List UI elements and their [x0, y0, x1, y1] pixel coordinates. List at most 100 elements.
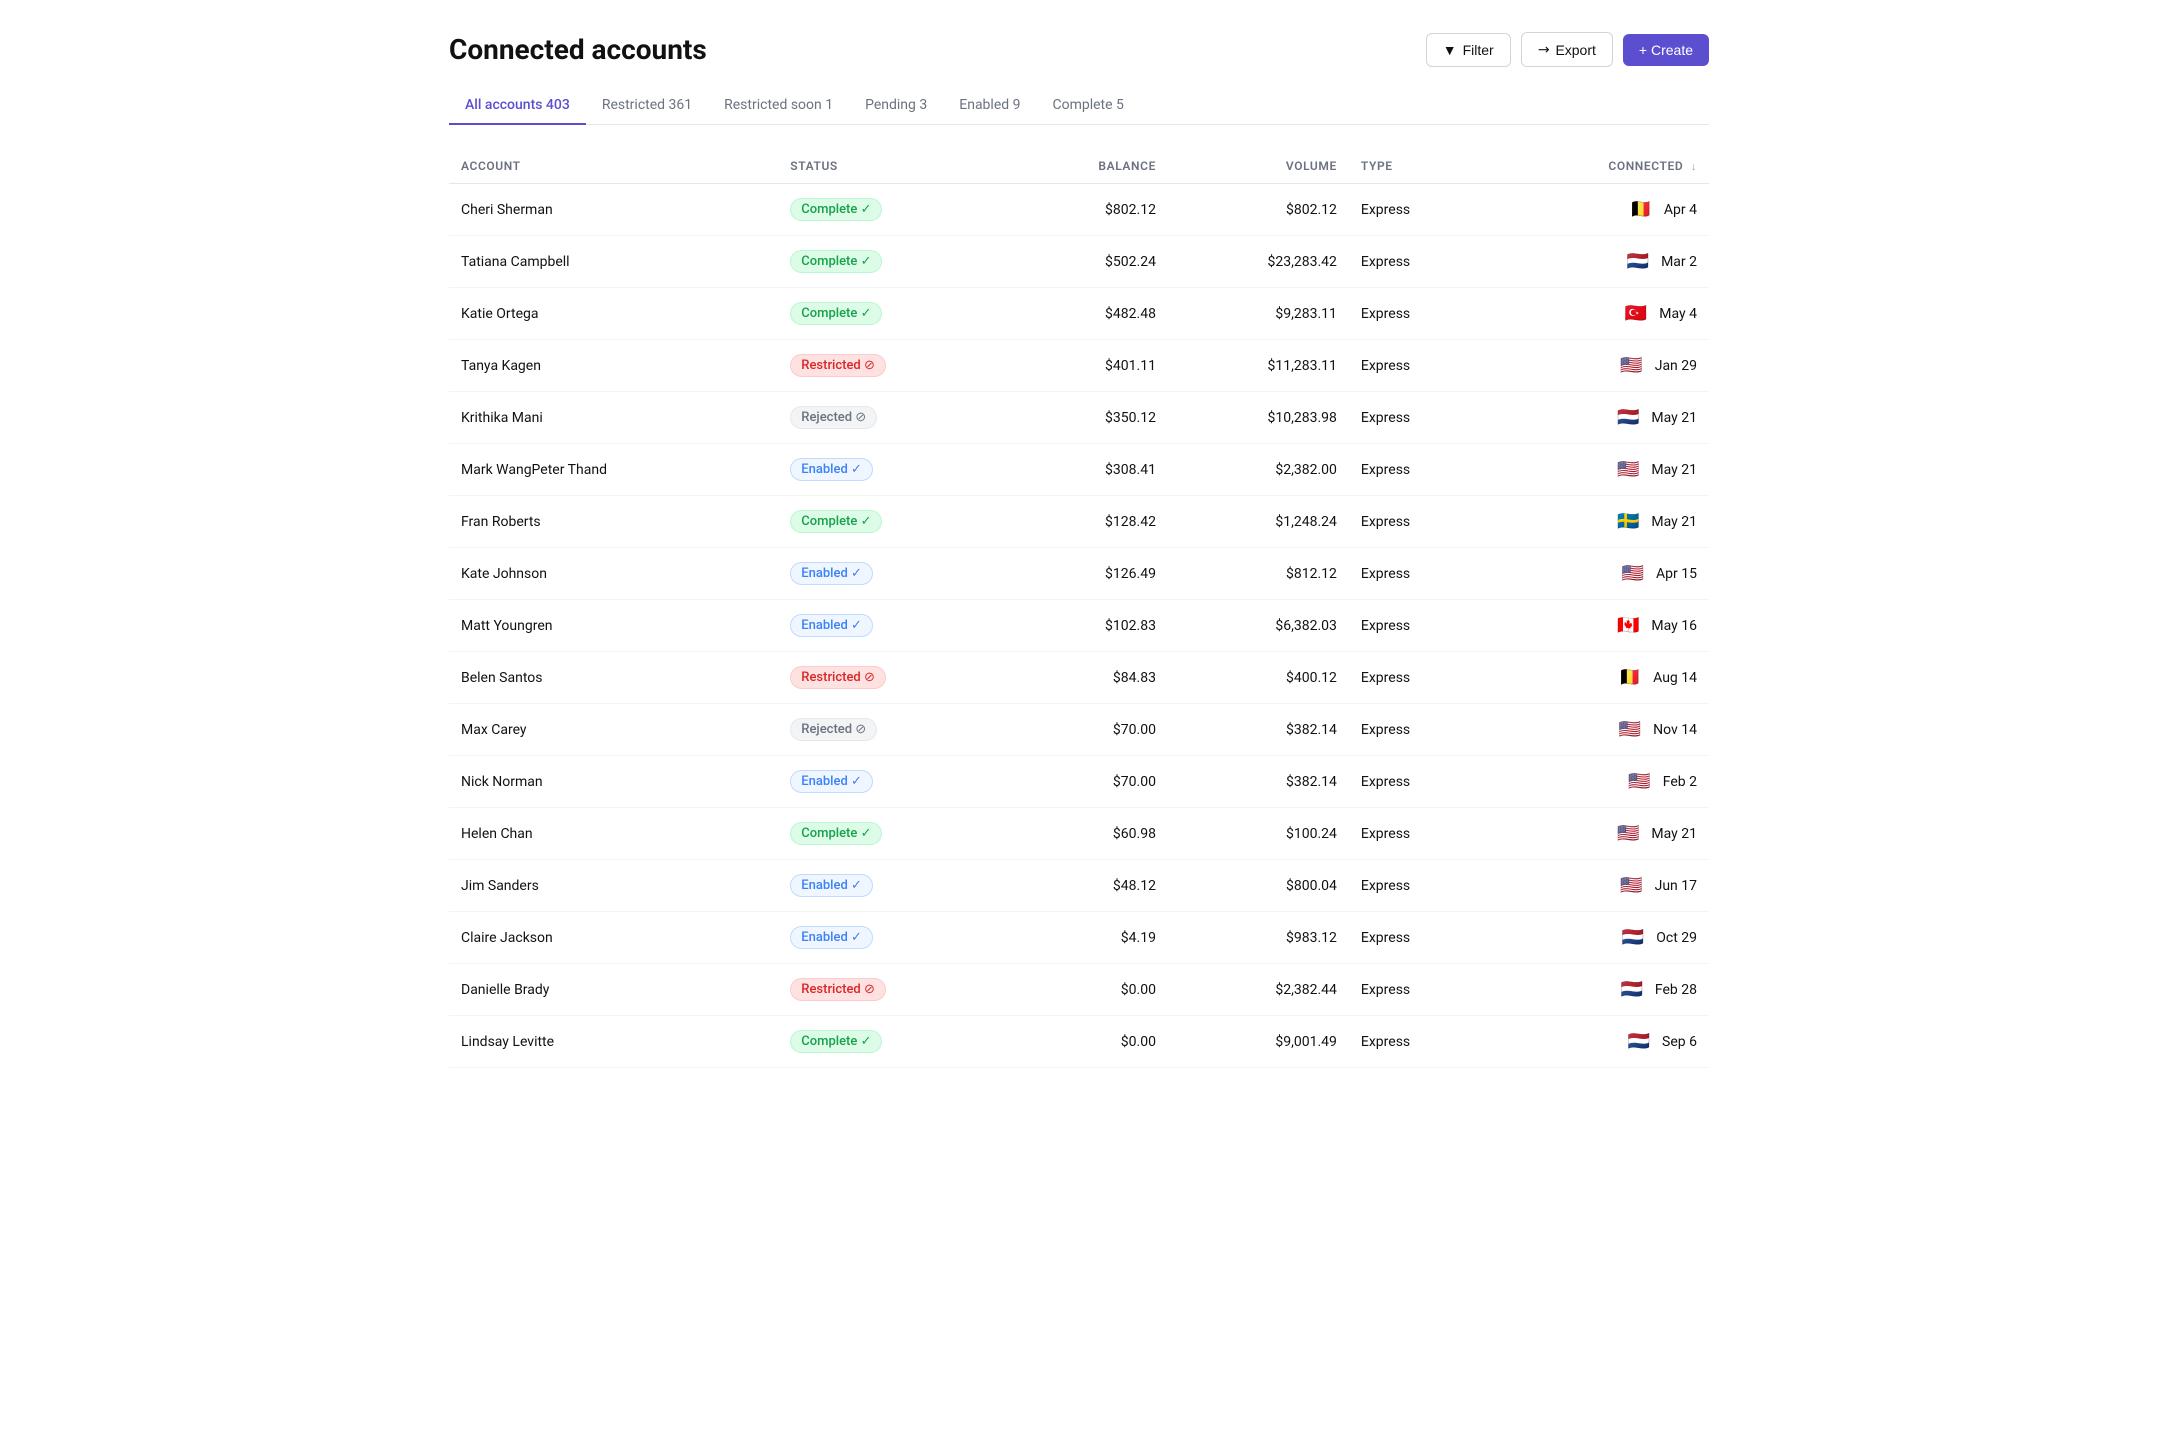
- connected-date: Apr 15: [1656, 566, 1697, 582]
- account-type: Express: [1349, 444, 1491, 496]
- account-name: Lindsay Levitte: [449, 1016, 778, 1068]
- account-connected: 🇺🇸Jan 29: [1491, 340, 1709, 392]
- tab-all[interactable]: All accounts 403: [449, 87, 586, 125]
- status-badge: Complete ✓: [790, 1030, 882, 1053]
- account-type: Express: [1349, 184, 1491, 236]
- table-row[interactable]: Tatiana CampbellComplete ✓$502.24$23,283…: [449, 236, 1709, 288]
- tab-restricted_soon[interactable]: Restricted soon 1: [708, 87, 849, 125]
- status-badge: Enabled ✓: [790, 614, 873, 637]
- account-connected: 🇳🇱Oct 29: [1491, 912, 1709, 964]
- table-row[interactable]: Mark WangPeter ThandEnabled ✓$308.41$2,3…: [449, 444, 1709, 496]
- account-status: Restricted ⊘: [778, 652, 1010, 704]
- table-row[interactable]: Matt YoungrenEnabled ✓$102.83$6,382.03Ex…: [449, 600, 1709, 652]
- account-name: Tatiana Campbell: [449, 236, 778, 288]
- account-type: Express: [1349, 496, 1491, 548]
- account-type: Express: [1349, 288, 1491, 340]
- tab-enabled[interactable]: Enabled 9: [943, 87, 1036, 125]
- filter-button[interactable]: ▼ Filter: [1426, 33, 1511, 67]
- connected-cell: 🇺🇸Nov 14: [1503, 719, 1697, 740]
- table-row[interactable]: Jim SandersEnabled ✓$48.12$800.04Express…: [449, 860, 1709, 912]
- account-name: Krithika Mani: [449, 392, 778, 444]
- account-balance: $70.00: [1010, 756, 1168, 808]
- country-flag: 🇺🇸: [1617, 823, 1639, 844]
- country-flag: 🇺🇸: [1628, 771, 1650, 792]
- account-balance: $802.12: [1010, 184, 1168, 236]
- connected-date: Jun 17: [1655, 878, 1697, 894]
- country-flag: 🇳🇱: [1627, 251, 1649, 272]
- col-status: STATUS: [778, 149, 1010, 184]
- account-volume: $382.14: [1168, 756, 1349, 808]
- country-flag: 🇧🇪: [1619, 667, 1641, 688]
- account-connected: 🇧🇪Apr 4: [1491, 184, 1709, 236]
- table-row[interactable]: Katie OrtegaComplete ✓$482.48$9,283.11Ex…: [449, 288, 1709, 340]
- status-badge: Enabled ✓: [790, 458, 873, 481]
- account-name: Mark WangPeter Thand: [449, 444, 778, 496]
- account-balance: $401.11: [1010, 340, 1168, 392]
- header-actions: ▼ Filter ↗ Export + Create: [1426, 32, 1709, 67]
- connected-date: Feb 2: [1663, 774, 1697, 790]
- tab-pending[interactable]: Pending 3: [849, 87, 943, 125]
- account-balance: $70.00: [1010, 704, 1168, 756]
- account-status: Enabled ✓: [778, 860, 1010, 912]
- tab-complete[interactable]: Complete 5: [1036, 87, 1139, 125]
- table-row[interactable]: Belen SantosRestricted ⊘$84.83$400.12Exp…: [449, 652, 1709, 704]
- account-status: Complete ✓: [778, 496, 1010, 548]
- country-flag: 🇧🇪: [1629, 199, 1651, 220]
- table-row[interactable]: Fran RobertsComplete ✓$128.42$1,248.24Ex…: [449, 496, 1709, 548]
- account-status: Enabled ✓: [778, 548, 1010, 600]
- table-row[interactable]: Kate JohnsonEnabled ✓$126.49$812.12Expre…: [449, 548, 1709, 600]
- connected-cell: 🇺🇸May 21: [1503, 459, 1697, 480]
- table-row[interactable]: Krithika ManiRejected ⊘$350.12$10,283.98…: [449, 392, 1709, 444]
- account-name: Cheri Sherman: [449, 184, 778, 236]
- connected-date: Oct 29: [1656, 930, 1697, 946]
- status-badge: Enabled ✓: [790, 874, 873, 897]
- country-flag: 🇳🇱: [1628, 1031, 1650, 1052]
- col-connected[interactable]: CONNECTED ↓: [1491, 149, 1709, 184]
- create-button[interactable]: + Create: [1623, 34, 1709, 66]
- table-row[interactable]: Claire JacksonEnabled ✓$4.19$983.12Expre…: [449, 912, 1709, 964]
- table-row[interactable]: Max CareyRejected ⊘$70.00$382.14Express🇺…: [449, 704, 1709, 756]
- account-volume: $6,382.03: [1168, 600, 1349, 652]
- col-type: TYPE: [1349, 149, 1491, 184]
- account-volume: $9,001.49: [1168, 1016, 1349, 1068]
- account-status: Rejected ⊘: [778, 392, 1010, 444]
- account-balance: $60.98: [1010, 808, 1168, 860]
- table-row[interactable]: Lindsay LevitteComplete ✓$0.00$9,001.49E…: [449, 1016, 1709, 1068]
- account-connected: 🇸🇪May 21: [1491, 496, 1709, 548]
- status-badge: Complete ✓: [790, 302, 882, 325]
- connected-date: May 4: [1659, 306, 1697, 322]
- status-badge: Enabled ✓: [790, 562, 873, 585]
- account-balance: $102.83: [1010, 600, 1168, 652]
- account-connected: 🇺🇸Jun 17: [1491, 860, 1709, 912]
- account-status: Complete ✓: [778, 808, 1010, 860]
- table-row[interactable]: Danielle BradyRestricted ⊘$0.00$2,382.44…: [449, 964, 1709, 1016]
- account-balance: $502.24: [1010, 236, 1168, 288]
- table-row[interactable]: Nick NormanEnabled ✓$70.00$382.14Express…: [449, 756, 1709, 808]
- status-badge: Enabled ✓: [790, 926, 873, 949]
- country-flag: 🇺🇸: [1617, 459, 1639, 480]
- connected-cell: 🇧🇪Aug 14: [1503, 667, 1697, 688]
- connected-cell: 🇳🇱 Feb 28: [1503, 979, 1697, 1000]
- tab-restricted[interactable]: Restricted 361: [586, 87, 708, 125]
- country-flag: 🇳🇱: [1620, 979, 1642, 1000]
- connected-cell: 🇺🇸Apr 15: [1503, 563, 1697, 584]
- account-type: Express: [1349, 912, 1491, 964]
- page-container: Connected accounts ▼ Filter ↗ Export + C…: [409, 0, 1749, 1100]
- account-volume: $2,382.44: [1168, 964, 1349, 1016]
- account-name: Max Carey: [449, 704, 778, 756]
- account-status: Enabled ✓: [778, 600, 1010, 652]
- col-account: ACCOUNT: [449, 149, 778, 184]
- table-row[interactable]: Helen ChanComplete ✓$60.98$100.24Express…: [449, 808, 1709, 860]
- account-status: Complete ✓: [778, 1016, 1010, 1068]
- account-balance: $308.41: [1010, 444, 1168, 496]
- account-name: Belen Santos: [449, 652, 778, 704]
- account-name: Nick Norman: [449, 756, 778, 808]
- export-button[interactable]: ↗ Export: [1521, 32, 1613, 67]
- table-row[interactable]: Cheri ShermanComplete ✓$802.12$802.12Exp…: [449, 184, 1709, 236]
- connected-date: Sep 6: [1662, 1034, 1697, 1050]
- account-volume: $9,283.11: [1168, 288, 1349, 340]
- country-flag: 🇹🇷: [1625, 303, 1647, 324]
- connected-date: Feb 28: [1655, 982, 1697, 998]
- table-row[interactable]: Tanya KagenRestricted ⊘$401.11$11,283.11…: [449, 340, 1709, 392]
- account-status: Complete ✓: [778, 288, 1010, 340]
